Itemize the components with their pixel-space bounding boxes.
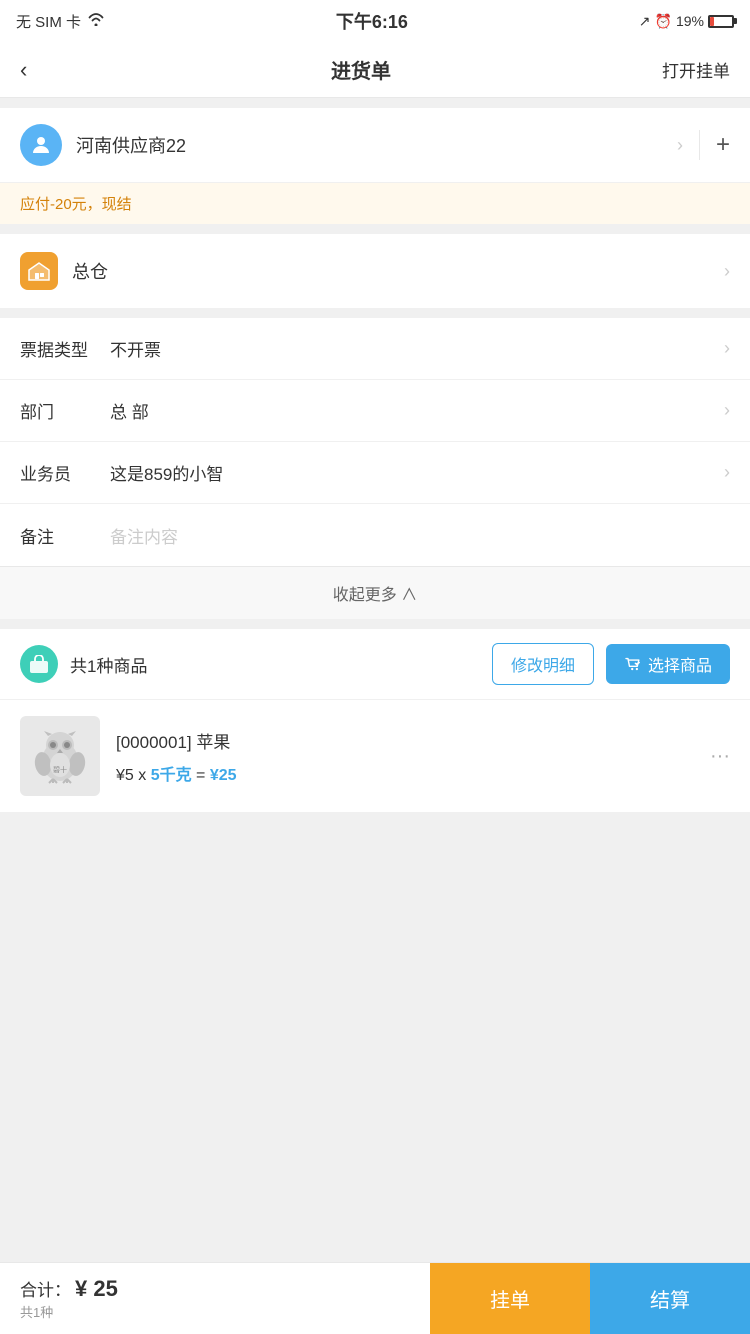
note-row[interactable]: 备注 备注内容 [0,504,750,566]
carrier-label: 无 SIM 卡 [16,11,81,32]
dept-chevron-icon: › [724,400,730,421]
location-icon: ↗ [639,13,651,30]
gap-1 [0,98,750,108]
battery-percent: 19% [676,13,704,29]
price-qty: 5千克 [151,767,192,784]
product-name: [0000001] 苹果 [116,728,694,753]
price-total: ¥25 [210,767,237,784]
warehouse-icon [20,252,58,290]
price-base: ¥5 x [116,767,151,784]
supplier-avatar [20,124,62,166]
checkout-button[interactable]: 结算 [590,1263,750,1334]
bottom-gap [0,812,750,832]
product-icon [20,645,58,683]
total-count: 共1种 [20,1302,410,1321]
product-info: [0000001] 苹果 ¥5 x 5千克 = ¥25 [116,728,694,785]
product-code: [0000001] [116,733,196,752]
select-goods-button[interactable]: 选择商品 [606,644,730,684]
salesperson-value: 这是859的小智 [110,460,724,485]
product-more-button[interactable]: ··· [710,745,730,768]
product-thumbnail: 碧十 [20,716,100,796]
bottom-bar: 合计： ¥ 25 共1种 挂单 结算 [0,1262,750,1334]
price-eq: = [192,767,210,784]
hang-button[interactable]: 挂单 [430,1263,590,1334]
edit-detail-button[interactable]: 修改明细 [492,643,594,685]
invoice-chevron-icon: › [724,338,730,359]
collapse-more-button[interactable]: 收起更多 ∧ [0,566,750,619]
status-right: ↗ ⏰ 19% [639,13,734,30]
dept-label: 部门 [20,398,110,423]
product-price: ¥5 x 5千克 = ¥25 [116,761,694,785]
product-header: 共1种商品 修改明细 选择商品 [0,629,750,699]
invoice-type-row[interactable]: 票据类型 不开票 › [0,318,750,380]
select-goods-label: 选择商品 [648,652,712,676]
svg-text:碧十: 碧十 [53,765,67,774]
total-label: 合计： [20,1276,71,1301]
product-count: 共1种商品 [70,652,480,677]
status-bar: 无 SIM 卡 下午6:16 ↗ ⏰ 19% [0,0,750,42]
salesperson-chevron-icon: › [724,462,730,483]
warehouse-row[interactable]: 总仓 › [0,234,750,308]
total-row: 合计： ¥ 25 [20,1276,410,1302]
warehouse-chevron-icon: › [724,261,730,282]
vertical-divider [699,130,700,160]
product-title: 苹果 [196,733,230,752]
nav-bar: ‹ 进货单 打开挂单 [0,42,750,98]
add-supplier-button[interactable]: + [716,131,730,159]
back-button[interactable]: ‹ [20,57,60,83]
status-time: 下午6:16 [336,8,408,34]
page-title: 进货单 [331,55,391,84]
dept-value: 总 部 [110,398,724,423]
supplier-name: 河南供应商22 [76,132,677,158]
total-amount: ¥ 25 [75,1276,118,1302]
total-area: 合计： ¥ 25 共1种 [0,1263,430,1334]
status-left: 无 SIM 卡 [16,11,105,32]
alarm-icon: ⏰ [655,13,672,30]
invoice-type-value: 不开票 [110,336,724,361]
gap-4 [0,619,750,629]
note-placeholder: 备注内容 [110,523,730,548]
open-hang-button[interactable]: 打开挂单 [662,57,730,82]
warehouse-name: 总仓 [72,258,724,284]
info-banner: 应付-20元，现结 [0,183,750,224]
salesperson-label: 业务员 [20,460,110,485]
form-section: 票据类型 不开票 › 部门 总 部 › 业务员 这是859的小智 › 备注 备注… [0,318,750,566]
product-item: 碧十 [0000001] 苹果 ¥5 x 5千克 = ¥25 ··· [0,699,750,812]
salesperson-row[interactable]: 业务员 这是859的小智 › [0,442,750,504]
supplier-row[interactable]: 河南供应商22 › + [0,108,750,183]
battery-icon [708,15,734,28]
invoice-type-label: 票据类型 [20,336,110,361]
note-label: 备注 [20,523,110,548]
supplier-chevron-icon: › [677,135,683,156]
dept-row[interactable]: 部门 总 部 › [0,380,750,442]
product-section: 共1种商品 修改明细 选择商品 [0,629,750,812]
gap-2 [0,224,750,234]
supplier-section: 河南供应商22 › + 应付-20元，现结 [0,108,750,224]
warehouse-section: 总仓 › [0,234,750,308]
wifi-icon [87,12,105,30]
gap-3 [0,308,750,318]
